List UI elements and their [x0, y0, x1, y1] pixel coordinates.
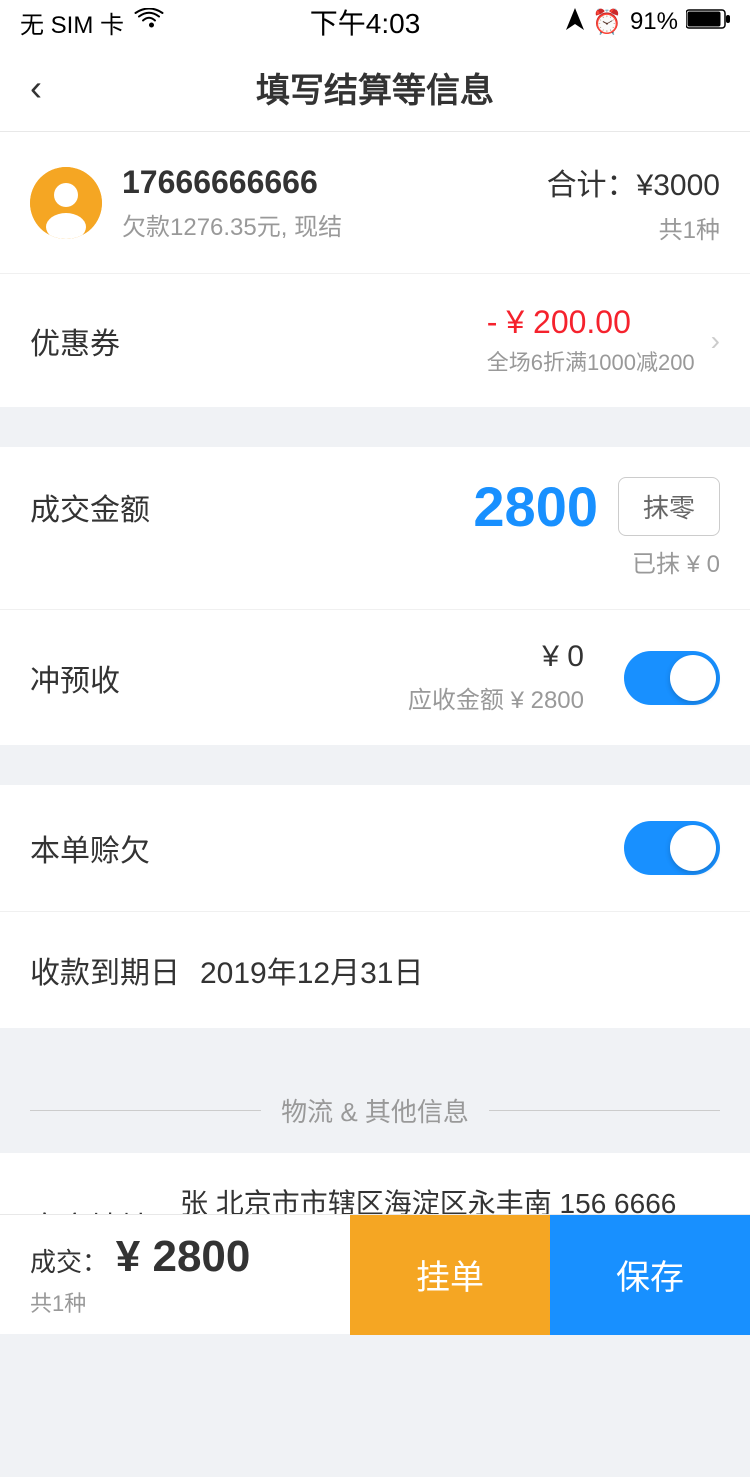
amount-sub: 已抹 ¥ 0 — [30, 544, 720, 579]
amount-row: 成交金额 2800 抹零 — [30, 477, 720, 536]
toggle-knob — [670, 655, 716, 701]
status-bar: 无 SIM 卡 下午4:03 ⏰ 91% — [0, 0, 750, 44]
coupon-amount: - ¥ 200.00 — [487, 304, 695, 341]
prepay-toggle[interactable] — [624, 651, 720, 705]
footer-count: 共1种 — [30, 1286, 320, 1318]
status-left: 无 SIM 卡 — [20, 5, 164, 40]
status-time: 下午4:03 — [310, 2, 421, 42]
logistics-header: 物流 & 其他信息 — [0, 1068, 750, 1153]
debt-toggle-knob — [670, 825, 716, 871]
footer-bar: 成交： ¥ 2800 共1种 挂单 保存 — [0, 1214, 750, 1334]
debt-row: 本单赊欠 — [0, 785, 750, 911]
round-button[interactable]: 抹零 — [618, 477, 720, 536]
user-info: 17666666666 欠款1276.35元, 现结 — [122, 164, 342, 242]
logistics-line-right — [489, 1110, 720, 1111]
footer-deal-label: 成交： — [30, 1247, 108, 1277]
battery-label: 91% — [630, 8, 678, 36]
avatar — [30, 167, 102, 239]
divider-2 — [0, 765, 750, 785]
coupon-row[interactable]: 优惠券 - ¥ 200.00 全场6折满1000减200 › — [0, 273, 750, 407]
user-total: 合计：¥3000 — [547, 160, 720, 204]
amount-value: 2800 — [473, 479, 598, 535]
prepay-label: 冲预收 — [30, 656, 120, 700]
duedate-label: 收款到期日 — [30, 948, 180, 992]
debt-label: 本单赊欠 — [30, 826, 150, 870]
coupon-right: - ¥ 200.00 全场6折满1000减200 › — [487, 304, 720, 377]
alarm-icon: ⏰ — [592, 8, 622, 37]
bottom-spacer — [0, 1317, 750, 1477]
user-section: 17666666666 欠款1276.35元, 现结 合计：¥3000 共1种 … — [0, 132, 750, 407]
chevron-right-icon: › — [711, 325, 720, 357]
user-right: 合计：¥3000 共1种 — [547, 160, 720, 245]
prepay-right: ¥ 0 应收金额 ¥ 2800 — [408, 640, 584, 715]
prepay-receivable: 应收金额 ¥ 2800 — [408, 680, 584, 715]
user-row: 17666666666 欠款1276.35元, 现结 合计：¥3000 共1种 — [0, 132, 750, 273]
user-phone: 17666666666 — [122, 164, 342, 201]
debt-toggle[interactable] — [624, 821, 720, 875]
page-title: 填写结算等信息 — [256, 63, 494, 112]
amount-row-container: 成交金额 2800 抹零 已抹 ¥ 0 — [0, 447, 750, 609]
logistics-title: 物流 & 其他信息 — [261, 1092, 489, 1129]
carrier-label: 无 SIM 卡 — [20, 5, 124, 40]
duedate-row: 收款到期日 2019年12月31日 — [0, 911, 750, 1028]
divider-1 — [0, 427, 750, 447]
logistics-line-left — [30, 1110, 261, 1111]
back-button[interactable]: ‹ — [30, 67, 42, 109]
footer-deal-row: 成交： ¥ 2800 — [30, 1232, 320, 1282]
status-right: ⏰ 91% — [566, 8, 730, 37]
user-left: 17666666666 欠款1276.35元, 现结 — [30, 164, 342, 242]
divider-3 — [0, 1048, 750, 1068]
amount-right: 2800 抹零 — [473, 477, 720, 536]
location-icon — [566, 8, 584, 37]
footer-summary: 成交： ¥ 2800 共1种 — [0, 1232, 350, 1318]
nav-bar: ‹ 填写结算等信息 — [0, 44, 750, 132]
hold-button[interactable]: 挂单 — [350, 1215, 550, 1335]
footer-amount: ¥ 2800 — [116, 1232, 251, 1281]
prepay-row: 冲预收 ¥ 0 应收金额 ¥ 2800 — [0, 609, 750, 745]
user-debt: 欠款1276.35元, 现结 — [122, 207, 342, 242]
user-count: 共1种 — [547, 210, 720, 245]
amount-section: 成交金额 2800 抹零 已抹 ¥ 0 冲预收 ¥ 0 应收金额 ¥ 2800 — [0, 447, 750, 745]
amount-label: 成交金额 — [30, 485, 150, 529]
battery-icon — [686, 8, 730, 37]
save-button[interactable]: 保存 — [550, 1215, 750, 1335]
prepay-amount: ¥ 0 — [542, 640, 584, 674]
coupon-desc: 全场6折满1000减200 — [487, 345, 695, 377]
wifi-icon — [134, 8, 164, 37]
debt-section: 本单赊欠 收款到期日 2019年12月31日 — [0, 785, 750, 1028]
coupon-label: 优惠券 — [30, 319, 120, 363]
duedate-value: 2019年12月31日 — [200, 948, 423, 992]
